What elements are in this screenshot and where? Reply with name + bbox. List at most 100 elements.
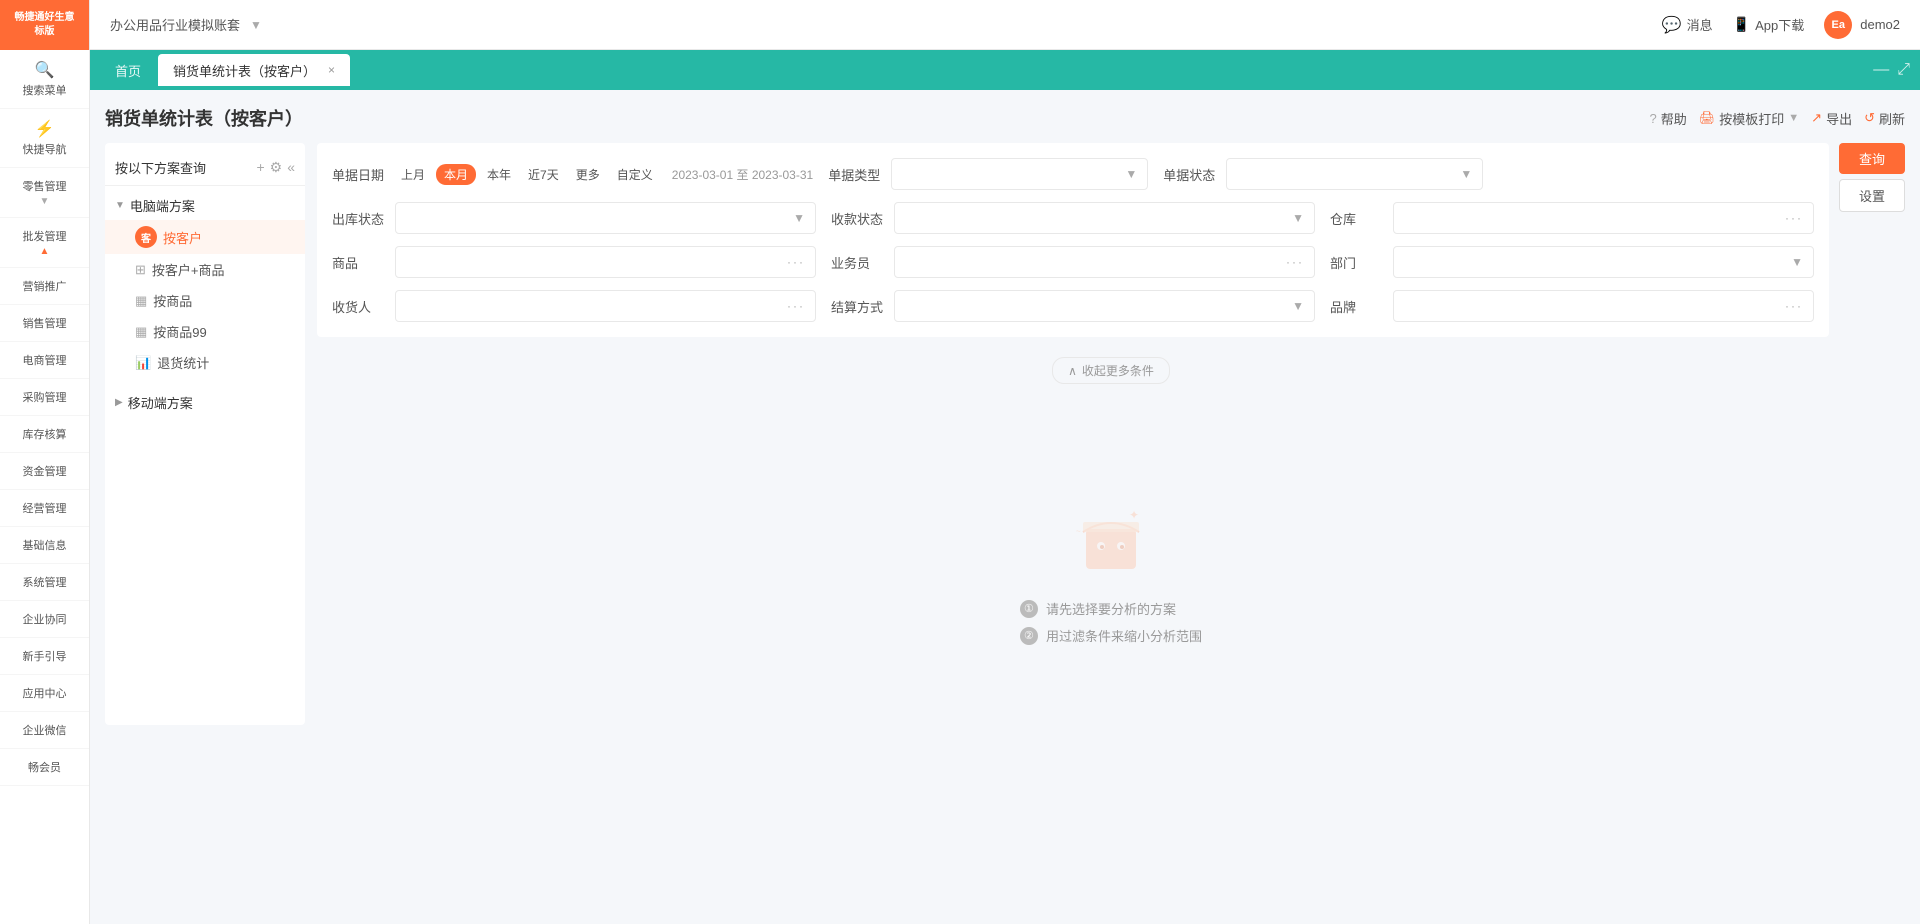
date-tab-7days[interactable]: 近7天 bbox=[522, 164, 565, 185]
svg-text:~: ~ bbox=[1076, 527, 1081, 536]
sidebar-item-wholesale[interactable]: 批发管理 ▲ bbox=[0, 218, 89, 268]
print-button[interactable]: 🖨 按模板打印 ▼ bbox=[1699, 109, 1799, 128]
brand-input[interactable]: ··· bbox=[1393, 290, 1814, 322]
home-tab-label: 首页 bbox=[115, 61, 141, 80]
scheme-item-label-returns: 退货统计 bbox=[157, 353, 209, 372]
sidebar-item-system[interactable]: 系统管理 bbox=[0, 564, 89, 601]
sidebar-item-retail[interactable]: 零售管理 ▼ bbox=[0, 168, 89, 218]
department-dropdown-icon: ▼ bbox=[1791, 255, 1803, 269]
sidebar-label-inventory: 库存核算 bbox=[23, 426, 67, 442]
sidebar-item-basics[interactable]: 基础信息 bbox=[0, 527, 89, 564]
sidebar-item-inventory[interactable]: 库存核算 bbox=[0, 416, 89, 453]
pay-status-label: 收款状态 bbox=[831, 209, 886, 228]
empty-tip-1: ① 请先选择要分析的方案 bbox=[1020, 599, 1202, 618]
settlement-label: 结算方式 bbox=[831, 297, 886, 316]
date-tab-more[interactable]: 更多 bbox=[570, 164, 606, 185]
scheme-item-return-stats[interactable]: 📊 退货统计 bbox=[105, 347, 305, 378]
message-button[interactable]: 💬 消息 bbox=[1662, 15, 1713, 35]
app-title: 办公用品行业模拟账套 bbox=[110, 15, 240, 34]
department-label: 部门 bbox=[1330, 253, 1385, 272]
salesperson-label: 业务员 bbox=[831, 253, 886, 272]
sidebar-label-sales: 销售管理 bbox=[23, 315, 67, 331]
query-button[interactable]: 查询 bbox=[1839, 143, 1905, 174]
scheme-item-by-goods[interactable]: ▦ 按商品 bbox=[105, 285, 305, 316]
settings-scheme-icon[interactable]: ⚙ bbox=[270, 159, 283, 176]
filter-brand: 品牌 ··· bbox=[1330, 290, 1814, 322]
active-tab-label: 销货单统计表（按客户） bbox=[173, 61, 316, 80]
filter-receiver: 收货人 ··· bbox=[332, 290, 816, 322]
sidebar-item-ecommerce[interactable]: 电商管理 bbox=[0, 342, 89, 379]
date-tab-this-year[interactable]: 本年 bbox=[481, 164, 517, 185]
user-profile[interactable]: Ea demo2 bbox=[1824, 11, 1900, 39]
sidebar-item-quick-nav[interactable]: ⚡ 快捷导航 bbox=[0, 109, 89, 168]
date-tab-custom[interactable]: 自定义 bbox=[611, 164, 659, 185]
scheme-item-customer-goods[interactable]: ⊞ 按客户+商品 bbox=[105, 254, 305, 285]
refresh-label: 刷新 bbox=[1879, 109, 1905, 128]
scheme-group-mobile: ▶ 移动端方案 bbox=[105, 383, 305, 422]
add-scheme-icon[interactable]: + bbox=[256, 159, 264, 176]
filter-date: 单据日期 上月 本月 本年 近7天 更多 自定义 2023-03-01 至 20… bbox=[332, 164, 813, 185]
sidebar-item-members[interactable]: 畅会员 bbox=[0, 749, 89, 786]
sidebar-item-management[interactable]: 经营管理 bbox=[0, 490, 89, 527]
sidebar-item-apps[interactable]: 应用中心 bbox=[0, 675, 89, 712]
out-status-input[interactable]: ▼ bbox=[395, 202, 816, 234]
sidebar-item-purchase[interactable]: 采购管理 bbox=[0, 379, 89, 416]
receiver-label: 收货人 bbox=[332, 297, 387, 316]
date-tab-this-month[interactable]: 本月 bbox=[436, 164, 476, 185]
sidebar-label-quick-nav: 快捷导航 bbox=[23, 141, 67, 157]
filter-department: 部门 ▼ bbox=[1330, 246, 1814, 278]
chevron-up-icon: ▲ bbox=[40, 246, 50, 257]
tab-home[interactable]: 首页 bbox=[100, 54, 156, 86]
setting-button[interactable]: 设置 bbox=[1839, 179, 1905, 212]
settlement-input[interactable]: ▼ bbox=[894, 290, 1315, 322]
sidebar-item-enterprise[interactable]: 企业协同 bbox=[0, 601, 89, 638]
sidebar-item-sales[interactable]: 销售管理 bbox=[0, 305, 89, 342]
page-title: 销货单统计表（按客户） bbox=[105, 105, 303, 131]
department-input[interactable]: ▼ bbox=[1393, 246, 1814, 278]
warehouse-input[interactable]: ··· bbox=[1393, 202, 1814, 234]
date-tab-last-month[interactable]: 上月 bbox=[395, 164, 431, 185]
order-status-input[interactable]: ▼ bbox=[1226, 158, 1483, 190]
filter-out-status: 出库状态 ▼ bbox=[332, 202, 816, 234]
tab-minimize-icon[interactable]: — bbox=[1873, 61, 1889, 79]
collapse-button[interactable]: ∧ 收起更多条件 bbox=[1052, 357, 1170, 384]
scheme-group-mobile-header[interactable]: ▶ 移动端方案 bbox=[105, 388, 305, 417]
sidebar-item-finance[interactable]: 资金管理 bbox=[0, 453, 89, 490]
header-dropdown-icon[interactable]: ▼ bbox=[250, 18, 262, 32]
message-label: 消息 bbox=[1687, 15, 1713, 34]
settlement-dropdown-icon: ▼ bbox=[1292, 299, 1304, 313]
sidebar-item-wechat[interactable]: 企业微信 bbox=[0, 712, 89, 749]
order-type-input[interactable]: ▼ bbox=[891, 158, 1148, 190]
table2-icon: ▦ bbox=[135, 324, 147, 340]
chevron-down-icon: ▼ bbox=[40, 196, 50, 207]
collapse-scheme-icon[interactable]: « bbox=[287, 159, 295, 176]
sidebar: 畅捷通好生意 标版 🔍 搜索菜单 ⚡ 快捷导航 零售管理 ▼ 批发管理 ▲ 营销… bbox=[0, 0, 90, 924]
export-icon: ↗ bbox=[1811, 110, 1822, 126]
app-download-button[interactable]: 📱 App下载 bbox=[1733, 15, 1805, 34]
salesperson-more-icon: ··· bbox=[1286, 255, 1304, 269]
sidebar-item-search[interactable]: 🔍 搜索菜单 bbox=[0, 50, 89, 109]
page-actions: ? 帮助 🖨 按模板打印 ▼ ↗ 导出 ↺ 刷新 bbox=[1649, 109, 1905, 128]
tab-close-icon[interactable]: × bbox=[328, 63, 335, 77]
scheme-item-label-goods99: 按商品99 bbox=[153, 322, 206, 341]
action-buttons: 查询 设置 bbox=[1839, 143, 1905, 212]
filter-warehouse: 仓库 ··· bbox=[1330, 202, 1814, 234]
mobile-group-arrow: ▶ bbox=[115, 397, 123, 408]
search-icon: 🔍 bbox=[35, 60, 55, 80]
receiver-input[interactable]: ··· bbox=[395, 290, 816, 322]
refresh-button[interactable]: ↺ 刷新 bbox=[1864, 109, 1905, 128]
logo-text: 畅捷通好生意 标版 bbox=[15, 11, 75, 39]
sidebar-item-guide[interactable]: 新手引导 bbox=[0, 638, 89, 675]
scheme-item-by-customer[interactable]: 客 按客户 bbox=[105, 220, 305, 254]
sidebar-item-marketing[interactable]: 营销推广 bbox=[0, 268, 89, 305]
sidebar-label-wechat: 企业微信 bbox=[23, 722, 67, 738]
tab-active[interactable]: 销货单统计表（按客户） × bbox=[158, 54, 350, 86]
scheme-item-goods99[interactable]: ▦ 按商品99 bbox=[105, 316, 305, 347]
export-button[interactable]: ↗ 导出 bbox=[1811, 109, 1852, 128]
scheme-group-desktop-header[interactable]: ▼ 电脑端方案 bbox=[105, 191, 305, 220]
tab-fullscreen-icon[interactable]: ⤢ bbox=[1897, 61, 1910, 79]
help-button[interactable]: ? 帮助 bbox=[1649, 109, 1686, 128]
salesperson-input[interactable]: ··· bbox=[894, 246, 1315, 278]
pay-status-input[interactable]: ▼ bbox=[894, 202, 1315, 234]
goods-input[interactable]: ··· bbox=[395, 246, 816, 278]
